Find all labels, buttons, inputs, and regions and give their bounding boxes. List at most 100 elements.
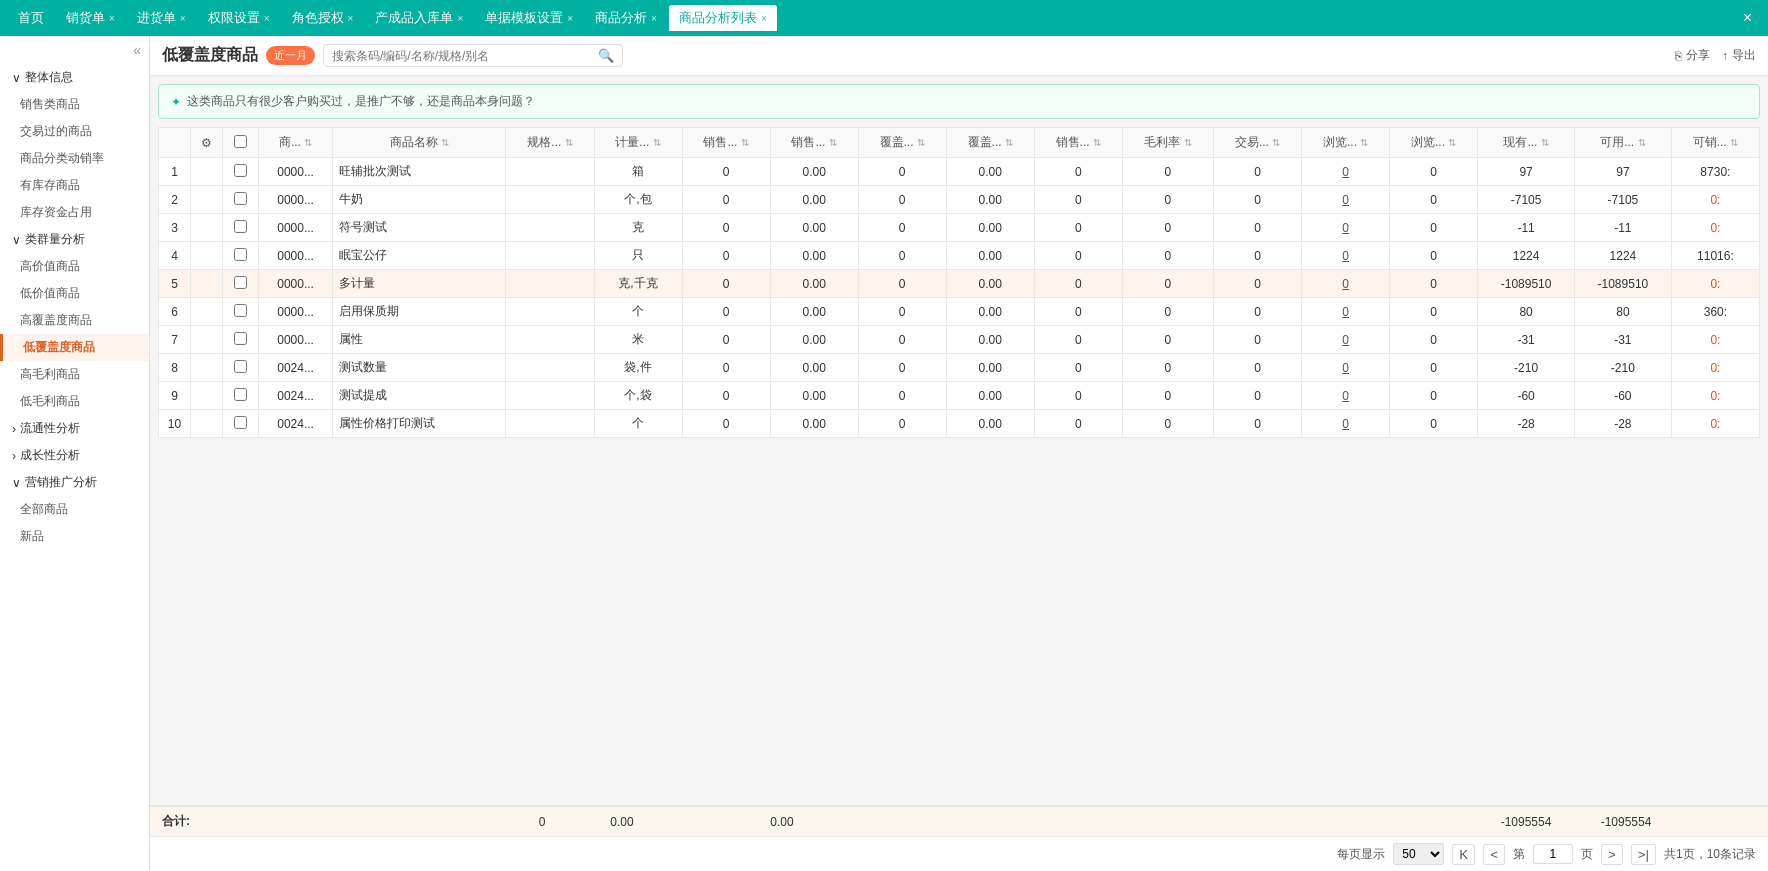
row-checkbox[interactable] [234, 164, 247, 177]
cell-check[interactable] [223, 298, 259, 326]
sidebar-section-marketing[interactable]: ∨ 营销推广分析 [0, 469, 149, 496]
cell-name[interactable]: 符号测试 [333, 214, 506, 242]
cell-b1[interactable]: 0 [1302, 410, 1390, 438]
nav-product-analysis-close[interactable]: × [651, 13, 657, 24]
cell-name[interactable]: 旺辅批次测试 [333, 158, 506, 186]
sidebar-item-high-margin[interactable]: 高毛利商品 [0, 361, 149, 388]
th-sell[interactable]: 可销... ⇅ [1671, 128, 1759, 158]
cell-check[interactable] [223, 186, 259, 214]
cell-check[interactable] [223, 158, 259, 186]
cell-b1[interactable]: 0 [1302, 326, 1390, 354]
th-b2[interactable]: 浏览... ⇅ [1390, 128, 1478, 158]
cell-b1[interactable]: 0 [1302, 382, 1390, 410]
nav-product-list-close[interactable]: × [761, 13, 767, 24]
sidebar-item-category-rate[interactable]: 商品分类动销率 [0, 145, 149, 172]
sidebar-item-high-value[interactable]: 高价值商品 [0, 253, 149, 280]
nav-product-list[interactable]: 商品分析列表 × [669, 5, 777, 31]
cell-b1[interactable]: 0 [1302, 270, 1390, 298]
cell-name[interactable]: 多计量 [333, 270, 506, 298]
sidebar-item-low-value[interactable]: 低价值商品 [0, 280, 149, 307]
nav-purchase-close[interactable]: × [180, 13, 186, 24]
th-gross[interactable]: 毛利率 ⇅ [1122, 128, 1213, 158]
th-s2[interactable]: 销售... ⇅ [770, 128, 858, 158]
nav-templates-close[interactable]: × [567, 13, 573, 24]
cell-name[interactable]: 属性价格打印测试 [333, 410, 506, 438]
row-checkbox[interactable] [234, 304, 247, 317]
th-spec[interactable]: 规格... ⇅ [506, 128, 594, 158]
sidebar-item-low-coverage[interactable]: 低覆盖度商品 [0, 334, 149, 361]
select-all-checkbox[interactable] [234, 135, 247, 148]
th-cur[interactable]: 现有... ⇅ [1478, 128, 1575, 158]
nav-purchase[interactable]: 进货单 × [127, 5, 196, 31]
th-s3[interactable]: 销售... ⇅ [1034, 128, 1122, 158]
cell-b1[interactable]: 0 [1302, 214, 1390, 242]
nav-production-close[interactable]: × [457, 13, 463, 24]
nav-roles[interactable]: 角色授权 × [282, 5, 364, 31]
cell-b1[interactable]: 0 [1302, 186, 1390, 214]
cell-check[interactable] [223, 326, 259, 354]
sidebar-item-all-goods[interactable]: 全部商品 [0, 496, 149, 523]
per-page-select[interactable]: 50 100 200 [1393, 843, 1444, 865]
cell-name[interactable]: 测试数量 [333, 354, 506, 382]
page-number-input[interactable] [1533, 844, 1573, 864]
cell-b1[interactable]: 0 [1302, 298, 1390, 326]
share-button[interactable]: ⎘ 分享 [1675, 47, 1710, 64]
nav-sales[interactable]: 销货单 × [56, 5, 125, 31]
row-checkbox[interactable] [234, 192, 247, 205]
search-input[interactable] [332, 49, 598, 63]
sidebar-section-circulation[interactable]: › 流通性分析 [0, 415, 149, 442]
sidebar-item-stock-capital[interactable]: 库存资金占用 [0, 199, 149, 226]
cell-check[interactable] [223, 242, 259, 270]
cell-check[interactable] [223, 410, 259, 438]
cell-name[interactable]: 眠宝公仔 [333, 242, 506, 270]
nav-sales-close[interactable]: × [109, 13, 115, 24]
nav-product-analysis[interactable]: 商品分析 × [585, 5, 667, 31]
cell-name[interactable]: 启用保质期 [333, 298, 506, 326]
cell-check[interactable] [223, 382, 259, 410]
settings-icon[interactable]: ⚙ [201, 136, 212, 150]
row-checkbox[interactable] [234, 360, 247, 373]
th-name[interactable]: 商品名称 ⇅ [333, 128, 506, 158]
cell-name[interactable]: 牛奶 [333, 186, 506, 214]
nav-production[interactable]: 产成品入库单 × [365, 5, 473, 31]
th-s1[interactable]: 销售... ⇅ [682, 128, 770, 158]
sidebar-item-low-margin[interactable]: 低毛利商品 [0, 388, 149, 415]
cell-check[interactable] [223, 214, 259, 242]
th-settings[interactable]: ⚙ [191, 128, 223, 158]
cell-check[interactable] [223, 354, 259, 382]
cell-b1[interactable]: 0 [1302, 242, 1390, 270]
nav-permissions[interactable]: 权限设置 × [198, 5, 280, 31]
table-container[interactable]: ⚙ 商... ⇅ 商品名称 ⇅ 规格... ⇅ 计量... ⇅ 销售... ⇅ … [158, 127, 1760, 805]
sidebar-item-traded-goods[interactable]: 交易过的商品 [0, 118, 149, 145]
first-page-button[interactable]: K [1452, 844, 1475, 865]
row-checkbox[interactable] [234, 332, 247, 345]
nav-permissions-close[interactable]: × [264, 13, 270, 24]
sidebar-toggle[interactable]: « [0, 36, 149, 64]
cell-check[interactable] [223, 270, 259, 298]
row-checkbox[interactable] [234, 220, 247, 233]
cell-name[interactable]: 属性 [333, 326, 506, 354]
th-unit[interactable]: 计量... ⇅ [594, 128, 682, 158]
nav-roles-close[interactable]: × [348, 13, 354, 24]
sidebar-section-growth[interactable]: › 成长性分析 [0, 442, 149, 469]
sidebar-section-overall[interactable]: ∨ 整体信息 [0, 64, 149, 91]
row-checkbox[interactable] [234, 276, 247, 289]
window-close-button[interactable]: × [1735, 5, 1760, 31]
last-page-button[interactable]: >| [1631, 844, 1656, 865]
th-b1[interactable]: 浏览... ⇅ [1302, 128, 1390, 158]
th-trade[interactable]: 交易... ⇅ [1214, 128, 1302, 158]
sidebar-item-in-stock[interactable]: 有库存商品 [0, 172, 149, 199]
row-checkbox[interactable] [234, 416, 247, 429]
th-code[interactable]: 商... ⇅ [259, 128, 333, 158]
date-badge[interactable]: 近一月 [266, 46, 315, 65]
th-avail[interactable]: 可用... ⇅ [1575, 128, 1672, 158]
sidebar-item-high-coverage[interactable]: 高覆盖度商品 [0, 307, 149, 334]
row-checkbox[interactable] [234, 248, 247, 261]
sidebar-section-cluster[interactable]: ∨ 类群量分析 [0, 226, 149, 253]
sidebar-item-new-goods[interactable]: 新品 [0, 523, 149, 550]
th-c2[interactable]: 覆盖... ⇅ [946, 128, 1034, 158]
prev-page-button[interactable]: < [1483, 844, 1505, 865]
cell-name[interactable]: 测试提成 [333, 382, 506, 410]
cell-b1[interactable]: 0 [1302, 158, 1390, 186]
row-checkbox[interactable] [234, 388, 247, 401]
